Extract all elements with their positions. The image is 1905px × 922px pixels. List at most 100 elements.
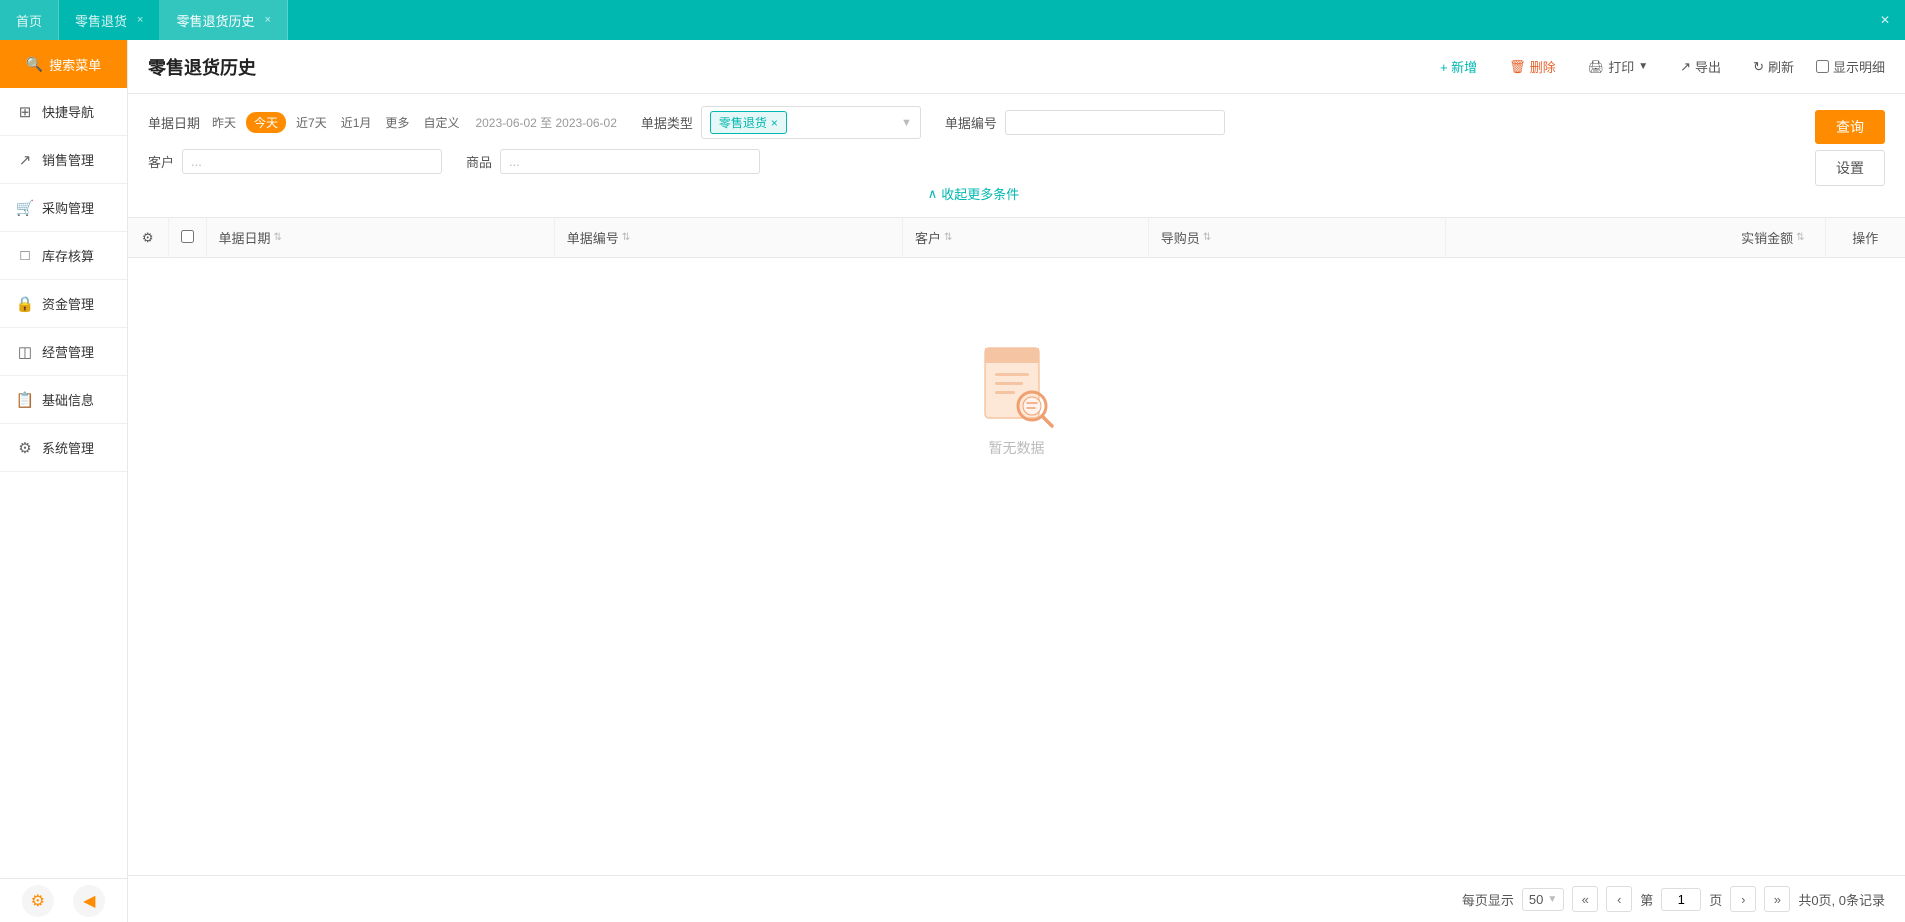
refresh-button[interactable]: ↻ 刷新 [1743, 52, 1804, 81]
table-body: 暂无数据 [128, 258, 1905, 539]
sidebar-item-sales-mgmt-label: 销售管理 [42, 150, 94, 169]
sidebar-item-quick-nav-label: 快捷导航 [42, 102, 94, 121]
data-table: ⚙ 单据日期 ⇅ [128, 218, 1905, 538]
prev-page-btn[interactable]: ‹ [1606, 886, 1632, 912]
system-icon: ⚙ [16, 439, 34, 457]
th-customer[interactable]: 客户 ⇅ [902, 218, 1148, 258]
print-icon: 🖨 [1588, 59, 1605, 75]
page-number-input[interactable] [1661, 888, 1701, 911]
doc-type-select[interactable]: 零售退货 × ▼ [701, 106, 921, 139]
table-header-row: ⚙ 单据日期 ⇅ [128, 218, 1905, 258]
empty-text: 暂无数据 [989, 438, 1045, 458]
export-button[interactable]: ↗ 导出 [1670, 52, 1731, 81]
th-guide[interactable]: 导购员 ⇅ [1148, 218, 1445, 258]
goods-select[interactable]: ... [500, 149, 760, 174]
date-filter-label: 单据日期 [148, 113, 200, 132]
doc-type-label: 单据类型 [641, 113, 693, 132]
window-controls: ✕ [1877, 12, 1905, 28]
doc-type-tag-remove[interactable]: × [771, 116, 778, 130]
sidebar-item-basic-info[interactable]: 📋 基础信息 [0, 376, 127, 424]
tab-retail-return-history[interactable]: 零售退货历史 × [160, 0, 287, 40]
date-shortcut-custom[interactable]: 自定义 [419, 112, 463, 133]
select-all-checkbox[interactable] [181, 230, 194, 243]
export-icon: ↗ [1680, 59, 1691, 75]
sidebar-nav: ⊞ 快捷导航 ↗ 销售管理 🛒 采购管理 □ 库存核算 🔒 资金管理 [0, 88, 127, 878]
th-customer-label: 客户 [915, 228, 941, 247]
print-dropdown-icon: ▼ [1638, 61, 1648, 72]
sidebar-item-operations[interactable]: ◫ 经营管理 [0, 328, 127, 376]
tab-home-label: 首页 [16, 11, 42, 30]
sidebar-item-quick-nav[interactable]: ⊞ 快捷导航 [0, 88, 127, 136]
sidebar-item-system-label: 系统管理 [42, 438, 94, 457]
sidebar-settings-btn[interactable]: ⚙ [22, 885, 54, 917]
sort-doc-no-icon: ⇅ [622, 232, 630, 243]
th-doc-no[interactable]: 单据编号 ⇅ [554, 218, 902, 258]
sidebar-menu-btn[interactable]: ◀ [73, 885, 105, 917]
th-actions-label: 操作 [1852, 231, 1878, 246]
sidebar-item-sales-mgmt[interactable]: ↗ 销售管理 [0, 136, 127, 184]
table-container: ⚙ 单据日期 ⇅ [128, 218, 1905, 875]
date-shortcut-7days[interactable]: 近7天 [292, 112, 331, 133]
next-page-btn[interactable]: › [1730, 886, 1756, 912]
tab-retail-return-label: 零售退货 [75, 11, 127, 30]
filter-settings-button[interactable]: 设置 [1815, 150, 1885, 186]
page-header: 零售退货历史 + 新增 🗑 删除 🖨 打印 ▼ ↗ 导出 [128, 40, 1905, 94]
query-settings-col: 查询 设置 [1815, 106, 1885, 186]
show-detail-checkbox-label[interactable]: 显示明细 [1816, 57, 1885, 76]
date-shortcut-1month[interactable]: 近1月 [337, 112, 376, 133]
menu-icon: ◀ [83, 891, 95, 911]
first-page-btn[interactable]: « [1572, 886, 1598, 912]
page-unit: 页 [1709, 890, 1722, 909]
filter-row-1: 单据日期 昨天 今天 近7天 近1月 更多 自定义 2023-06-02 至 2… [148, 106, 1799, 139]
purchase-mgmt-icon: 🛒 [16, 199, 34, 217]
delete-icon: 🗑 [1509, 59, 1526, 75]
collapse-filter-btn[interactable]: ∧ 收起更多条件 [928, 184, 1020, 203]
last-page-btn[interactable]: » [1764, 886, 1790, 912]
window-close-btn[interactable]: ✕ [1877, 12, 1893, 28]
settings-icon: ⚙ [31, 891, 45, 911]
th-settings[interactable]: ⚙ [128, 218, 168, 258]
sidebar-item-purchase-mgmt-label: 采购管理 [42, 198, 94, 217]
th-checkbox[interactable] [168, 218, 206, 258]
sort-doc-date-icon: ⇅ [274, 232, 282, 243]
sidebar-item-inventory[interactable]: □ 库存核算 [0, 232, 127, 280]
table-settings-icon[interactable]: ⚙ [142, 230, 154, 245]
sidebar-item-purchase-mgmt[interactable]: 🛒 采购管理 [0, 184, 127, 232]
sort-amount-icon: ⇅ [1796, 232, 1804, 243]
th-doc-date-label: 单据日期 [219, 228, 271, 247]
th-doc-date[interactable]: 单据日期 ⇅ [206, 218, 554, 258]
page-size-select[interactable]: 50 ▼ [1522, 888, 1564, 911]
add-button[interactable]: + 新增 [1430, 52, 1487, 81]
show-detail-checkbox[interactable] [1816, 60, 1829, 73]
th-guide-label: 导购员 [1161, 228, 1200, 247]
date-shortcut-yesterday[interactable]: 昨天 [208, 112, 240, 133]
doc-no-input[interactable] [1005, 110, 1225, 135]
sidebar-item-operations-label: 经营管理 [42, 342, 94, 361]
th-actions: 操作 [1825, 218, 1905, 258]
goods-placeholder: ... [509, 154, 520, 169]
tab-retail-return-history-close[interactable]: × [264, 14, 270, 26]
sidebar-item-finance[interactable]: 🔒 资金管理 [0, 280, 127, 328]
sidebar-item-system[interactable]: ⚙ 系统管理 [0, 424, 127, 472]
page-size-value: 50 [1529, 892, 1543, 907]
th-amount[interactable]: 实销金额 ⇅ [1445, 218, 1825, 258]
tab-retail-return-history-label: 零售退货历史 [176, 11, 254, 30]
tab-retail-return-close[interactable]: × [137, 14, 143, 26]
page-title: 零售退货历史 [148, 54, 256, 80]
delete-button[interactable]: 🗑 删除 [1499, 52, 1566, 81]
sidebar-search[interactable]: 🔍 搜索菜单 [0, 40, 127, 88]
tab-home[interactable]: 首页 [0, 0, 59, 40]
empty-state: 暂无数据 [128, 258, 1905, 538]
doc-no-label: 单据编号 [945, 113, 997, 132]
doc-type-tag-value: 零售退货 [719, 114, 767, 131]
date-shortcut-today[interactable]: 今天 [246, 112, 286, 133]
total-label: 共0页, 0条记录 [1798, 890, 1885, 909]
tab-bar: 首页 零售退货 × 零售退货历史 × [0, 0, 1877, 40]
empty-row: 暂无数据 [128, 258, 1905, 539]
tab-retail-return[interactable]: 零售退货 × [59, 0, 160, 40]
query-button[interactable]: 查询 [1815, 110, 1885, 144]
date-shortcut-more[interactable]: 更多 [381, 112, 413, 133]
date-range-value: 2023-06-02 至 2023-06-02 [475, 114, 616, 131]
print-button[interactable]: 🖨 打印 ▼ [1578, 52, 1658, 81]
customer-select[interactable]: ... [182, 149, 442, 174]
